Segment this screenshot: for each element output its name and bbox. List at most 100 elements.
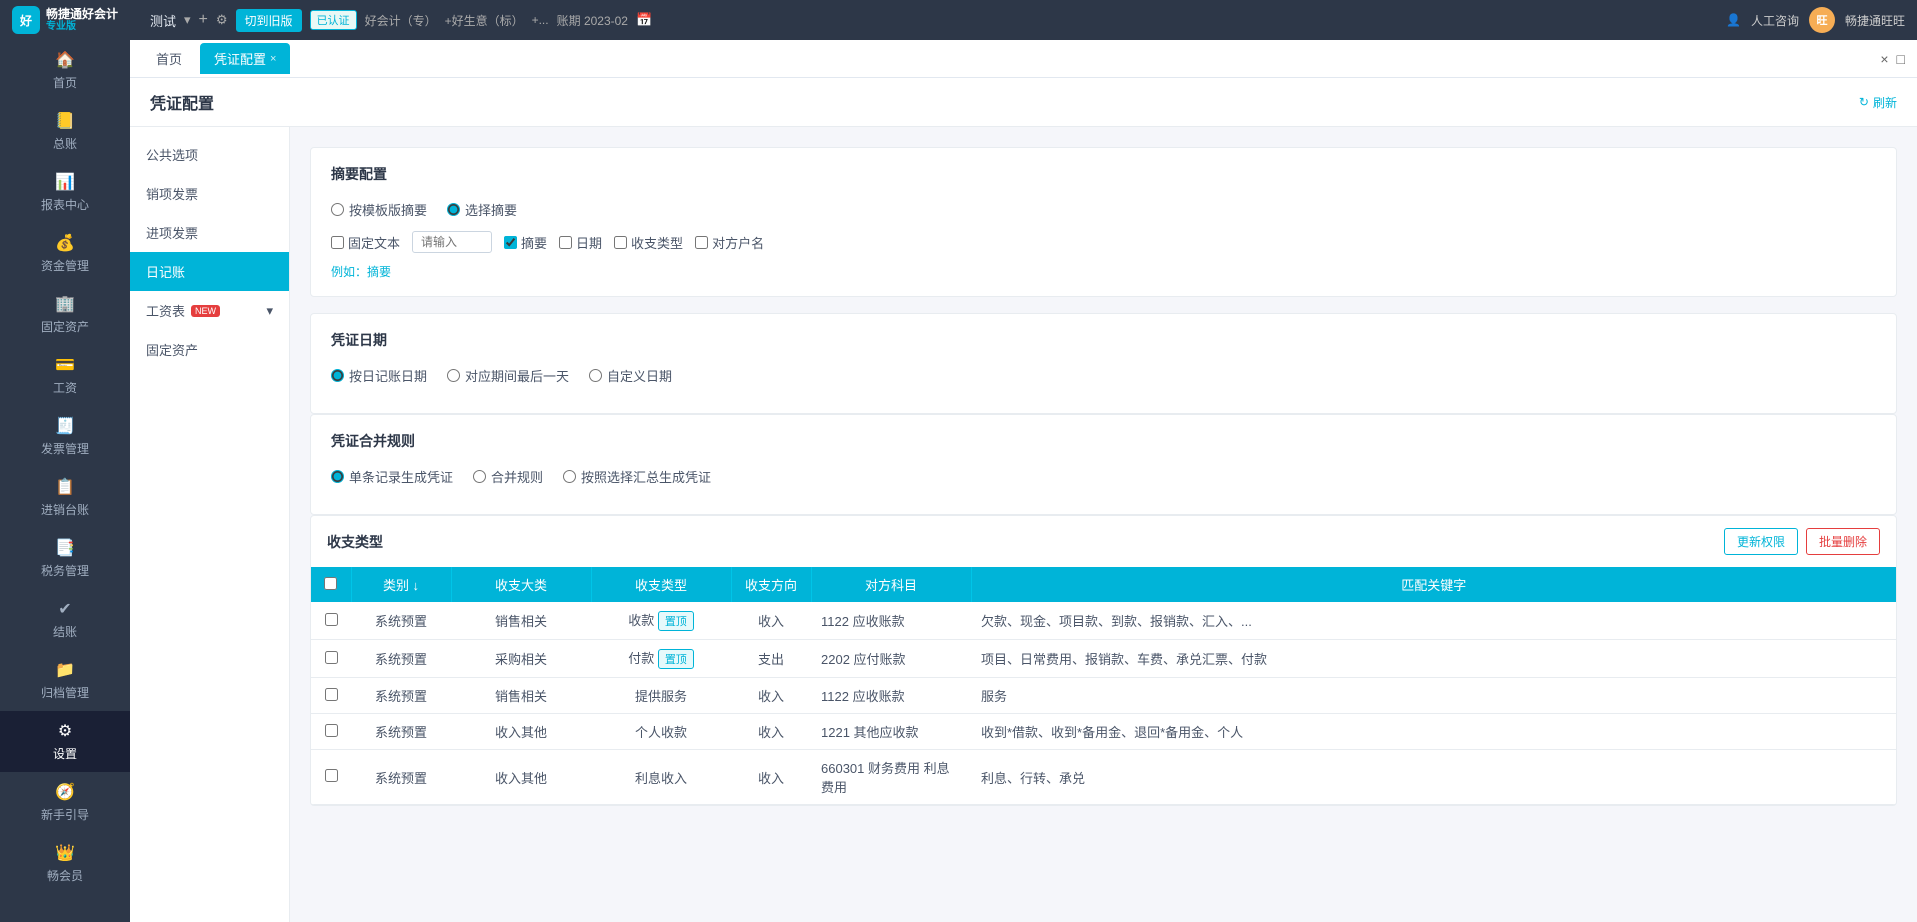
status-business: +好生意（标） [445,12,524,29]
th-category[interactable]: 类别 ↓ [351,567,451,602]
radio-select-input[interactable] [447,203,460,216]
switch-old-version-button[interactable]: 切到旧版 [236,9,302,32]
sidebar-item-ledger[interactable]: 📒 总账 [0,101,130,162]
checkbox-counterparty[interactable]: 对方户名 [695,233,764,252]
setting-icon[interactable]: ⚙ [216,12,228,28]
table-row: 系统预置 销售相关 提供服务 收入 1122 应收账款 服务 [311,678,1896,714]
left-nav-payroll-label: 工资表 [146,301,185,320]
checkbox-pay-type-label: 收支类型 [631,233,683,252]
sidebar-item-home[interactable]: 🏠 首页 [0,40,130,101]
tab-voucher-label: 凭证配置 [214,49,266,68]
radio-template[interactable]: 按模板版摘要 [331,200,427,219]
left-nav-payroll[interactable]: 工资表 NEW ▾ [130,291,289,330]
radio-template-input[interactable] [331,203,344,216]
table-row: 系统预置 采购相关 付款 置顶 支出 2202 应付账款 项目、日常费用、报销款… [311,640,1896,678]
window-max-button[interactable]: □ [1897,51,1905,67]
row-checkbox-2[interactable] [325,688,338,701]
sidebar-item-guide[interactable]: 🧭 新手引导 [0,772,130,833]
sidebar-item-tax[interactable]: 📑 税务管理 [0,528,130,589]
checkbox-pay-type[interactable]: 收支类型 [614,233,683,252]
sidebar-label-member: 畅会员 [47,867,83,884]
batch-delete-button[interactable]: 批量删除 [1806,528,1880,555]
summary-section: 摘要配置 按模板版摘要 选择摘要 [310,147,1897,297]
sidebar-item-assets[interactable]: 🏢 固定资产 [0,284,130,345]
checkbox-summary[interactable]: 摘要 [504,233,547,252]
refresh-label: 刷新 [1873,94,1897,111]
sidebar-label-funds: 资金管理 [41,257,89,274]
radio-diary-date[interactable]: 按日记账日期 [331,366,427,385]
left-nav-public[interactable]: 公共选项 [130,135,289,174]
radio-single[interactable]: 单条记录生成凭证 [331,467,453,486]
dropdown-icon[interactable]: ▾ [184,12,191,28]
calendar-icon[interactable]: 📅 [636,12,652,28]
sidebar-item-reports[interactable]: 📊 报表中心 [0,162,130,223]
row-big-type-4: 收入其他 [451,750,591,805]
page-header: 凭证配置 ↻ 刷新 [130,78,1917,127]
checkbox-pay-type-input[interactable] [614,236,627,249]
left-nav-sales[interactable]: 销项发票 [130,174,289,213]
date-radio-group: 按日记账日期 对应期间最后一天 自定义日期 [331,366,1876,385]
radio-select[interactable]: 选择摘要 [447,200,517,219]
checkbox-counterparty-input[interactable] [695,236,708,249]
merge-title: 凭证合并规则 [331,431,1876,451]
left-nav-purchase-inv[interactable]: 进项发票 [130,213,289,252]
window-close-button[interactable]: × [1880,51,1888,67]
radio-single-input[interactable] [331,470,344,483]
select-all-checkbox[interactable] [324,577,337,590]
row-category-2: 系统预置 [351,678,451,714]
row-type-0: 收款 置顶 [591,602,731,640]
sidebar-item-salary[interactable]: 💳 工资 [0,345,130,406]
sidebar-label-settle: 结账 [53,623,77,640]
left-nav-diary[interactable]: 日记账 [130,252,289,291]
update-button[interactable]: 更新权限 [1724,528,1798,555]
tab-voucher-close[interactable]: × [270,53,276,65]
radio-merge-input[interactable] [473,470,486,483]
company-name: 测试 [150,11,176,30]
ledger-icon: 📒 [55,111,75,131]
checkbox-fixed-text-input[interactable] [331,236,344,249]
row-checkbox-0[interactable] [325,613,338,626]
row-account-0: 1122 应收账款 [811,602,971,640]
row-checkbox-cell [311,750,351,805]
radio-custom-input[interactable] [589,369,602,382]
radio-custom[interactable]: 自定义日期 [589,366,672,385]
radio-total[interactable]: 按照选择汇总生成凭证 [563,467,711,486]
consult-label[interactable]: 人工咨询 [1751,12,1799,29]
date-title: 凭证日期 [331,330,1876,350]
period-label: 账期 2023-02 [557,12,628,29]
radio-diary-date-input[interactable] [331,369,344,382]
sidebar-item-member[interactable]: 👑 畅会员 [0,833,130,894]
radio-merge[interactable]: 合并规则 [473,467,543,486]
checkbox-fixed-text[interactable]: 固定文本 [331,233,400,252]
tab-home[interactable]: 首页 [142,43,196,74]
radio-period-last[interactable]: 对应期间最后一天 [447,366,569,385]
add-button[interactable]: + [199,11,208,29]
row-account-1: 2202 应付账款 [811,640,971,678]
refresh-button[interactable]: ↻ 刷新 [1859,94,1897,111]
sidebar-item-invoices[interactable]: 🧾 发票管理 [0,406,130,467]
sidebar-item-settings[interactable]: ⚙ 设置 [0,711,130,772]
sidebar-item-settle[interactable]: ✔ 结账 [0,589,130,650]
row-checkbox-1[interactable] [325,651,338,664]
sidebar-item-funds[interactable]: 💰 资金管理 [0,223,130,284]
sidebar-item-archive[interactable]: 📁 归档管理 [0,650,130,711]
row-checkbox-4[interactable] [325,769,338,782]
radio-period-last-input[interactable] [447,369,460,382]
sidebar-label-reports: 报表中心 [41,196,89,213]
fixed-text-input[interactable] [412,231,492,253]
left-nav-fixed-assets[interactable]: 固定资产 [130,330,289,369]
row-checkbox-3[interactable] [325,724,338,737]
merge-radio-group: 单条记录生成凭证 合并规则 按照选择汇总生成凭证 [331,467,1876,486]
table-row: 系统预置 销售相关 收款 置顶 收入 1122 应收账款 欠款、现金、项目款、到… [311,602,1896,640]
checkbox-summary-input[interactable] [504,236,517,249]
checkbox-date[interactable]: 日期 [559,233,602,252]
checkbox-date-input[interactable] [559,236,572,249]
sidebar-label-tax: 税务管理 [41,562,89,579]
sidebar-label-ledger: 总账 [53,135,77,152]
sidebar-item-purchase[interactable]: 📋 进销台账 [0,467,130,528]
left-nav-diary-label: 日记账 [146,262,185,281]
radio-total-input[interactable] [563,470,576,483]
left-nav-fixed-assets-label: 固定资产 [146,340,198,359]
th-type: 收支类型 [591,567,731,602]
tab-voucher[interactable]: 凭证配置 × [200,43,290,74]
